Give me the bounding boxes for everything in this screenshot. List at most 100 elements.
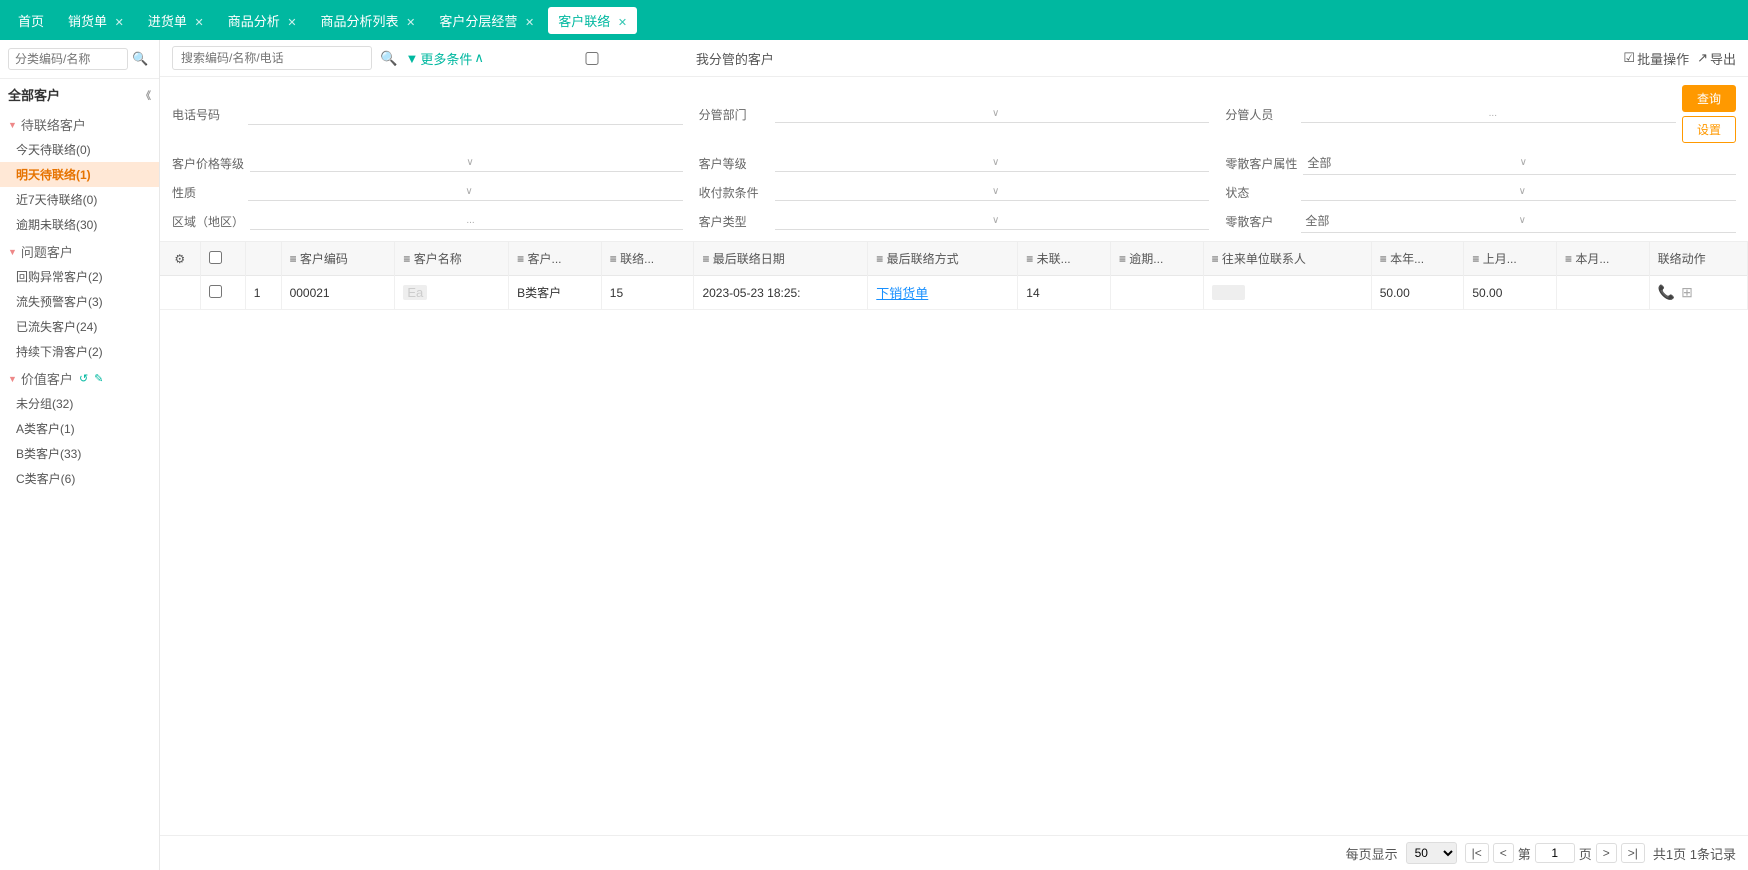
page-label: 第 [1518,844,1531,863]
filter-customer-level-select[interactable]: ∨ [775,154,1210,172]
last-page-button[interactable]: >| [1621,843,1645,863]
sidebar-search-input[interactable] [8,48,128,70]
nav-analysis-close[interactable]: ✕ [287,17,296,29]
retail-customer-arrow-icon: ∨ [1519,215,1732,226]
value-refresh-icon[interactable]: ↺ [79,372,88,385]
filter-dept-select[interactable]: ∨ [775,105,1210,123]
filter-manager-select[interactable]: ... [1301,105,1676,123]
col-no-contact[interactable]: ≡ 未联... [1018,242,1111,276]
nav-purchase[interactable]: 进货单 ✕ [138,7,214,34]
action-phone-icon[interactable]: 📞 [1658,284,1675,301]
nav-customer-segment[interactable]: 客户分层经营 ✕ [429,7,544,34]
first-page-button[interactable]: |< [1465,843,1489,863]
sidebar-overdue-pending[interactable]: 逾期未联络(30) [0,212,159,237]
price-level-arrow-icon: ∨ [466,157,678,168]
prev-page-button[interactable]: < [1493,843,1514,863]
sidebar-collapse-icon: 《 [141,87,151,102]
filter-retail-attr-select[interactable]: 全部 ∨ [1303,151,1736,175]
row-last-contact-method[interactable]: 下销货单 [868,276,1018,310]
col-last-month[interactable]: ≡ 上月... [1464,242,1557,276]
filter-retail-customer-select[interactable]: 全部 ∨ [1301,209,1736,233]
table-area: ⚙ ≡ 客户编码 ≡ 客户名称 ≡ 客户... ≡ 联络... ≡ 最后联络日期… [160,242,1748,835]
my-customers-checkbox[interactable] [492,52,692,65]
row-this-month [1557,276,1650,310]
value-edit-icon[interactable]: ✎ [94,372,103,385]
sidebar-all-customers[interactable]: 全部客户 《 [0,79,159,110]
col-last-contact-method[interactable]: ≡ 最后联络方式 [868,242,1018,276]
filter-status-select[interactable]: ∨ [1301,183,1736,201]
col-name[interactable]: ≡ 客户名称 [395,242,509,276]
col-type[interactable]: ≡ 客户... [509,242,602,276]
more-filter-button[interactable]: ▼ 更多条件 ∧ [405,49,483,68]
sidebar-churn-warning[interactable]: 流失预警客户(3) [0,289,159,314]
nav-customer-contact-close[interactable]: ✕ [618,17,627,29]
row-last-contact-date: 2023-05-23 18:25: [694,276,868,310]
nav-analysis-list[interactable]: 商品分析列表 ✕ [311,7,426,34]
filter-gender-select[interactable]: ∨ [248,183,683,201]
page-input[interactable] [1535,843,1575,863]
col-gear[interactable]: ⚙ [160,242,200,276]
sidebar-7days-pending[interactable]: 近7天待联络(0) [0,187,159,212]
col-this-year[interactable]: ≡ 本年... [1371,242,1464,276]
payment-arrow-icon: ∨ [992,186,1205,197]
sidebar-tomorrow-pending[interactable]: 明天待联络(1) [0,162,159,187]
action-grid-icon[interactable]: ⊞ [1681,284,1693,301]
sidebar-class-a[interactable]: A类客户(1) [0,416,159,441]
my-customers-checkbox-label[interactable]: 我分管的客户 [492,49,774,68]
row-gear [160,276,200,310]
nav-home[interactable]: 首页 [8,7,54,34]
col-unit-contact[interactable]: ≡ 往来单位联系人 [1203,242,1371,276]
nav-sales-close[interactable]: ✕ [115,17,124,29]
batch-op-button[interactable]: ☑ 批量操作 [1623,49,1689,68]
sidebar-class-c[interactable]: C类客户(6) [0,466,159,491]
per-page-select[interactable]: 50 100 200 [1406,842,1457,864]
filter-customer-type-select[interactable]: ∨ [775,212,1210,230]
filter-region-label: 区域（地区） [172,213,244,230]
toolbar-right: ☑ 批量操作 ↗ 导出 [1623,49,1736,68]
sidebar-churned[interactable]: 已流失客户(24) [0,314,159,339]
sidebar-today-pending[interactable]: 今天待联络(0) [0,137,159,162]
sidebar-abnormal-repurchase[interactable]: 回购异常客户(2) [0,264,159,289]
filter-region-select[interactable]: ... [250,212,683,230]
nav-purchase-close[interactable]: ✕ [194,17,203,29]
next-page-button[interactable]: > [1596,843,1617,863]
nav-analysis[interactable]: 商品分析 ✕ [218,7,307,34]
nav-sales[interactable]: 销货单 ✕ [58,7,134,34]
search-input[interactable] [172,46,372,70]
last-contact-link[interactable]: 下销货单 [876,286,928,301]
filter-actions: 查询 设置 [1682,85,1736,143]
filter-retail-customer-label: 零散客户 [1225,213,1295,230]
nav-customer-segment-close[interactable]: ✕ [525,17,534,29]
col-last-contact-date[interactable]: ≡ 最后联络日期 [694,242,868,276]
row-actions: 📞 ⊞ [1649,276,1747,310]
sidebar-ungrouped[interactable]: 未分组(32) [0,391,159,416]
query-button[interactable]: 查询 [1682,85,1736,112]
filter-phone-label: 电话号码 [172,106,242,123]
filter-price-level-row: 客户价格等级 ∨ [172,151,683,175]
set-button[interactable]: 设置 [1682,116,1736,143]
filter-customer-level-row: 客户等级 ∨ [699,151,1210,175]
col-code[interactable]: ≡ 客户编码 [281,242,395,276]
filter-payment-select[interactable]: ∨ [775,183,1210,201]
filter-manager-row: 分管人员 ... 查询 设置 [1225,85,1736,143]
nav-customer-contact[interactable]: 客户联络 ✕ [548,7,637,34]
action-icons: 📞 ⊞ [1658,284,1739,301]
row-checkbox[interactable] [200,276,245,310]
sidebar-declining[interactable]: 持续下滑客户(2) [0,339,159,364]
search-button[interactable]: 🔍 [380,50,397,67]
nav-analysis-list-close[interactable]: ✕ [406,17,415,29]
filter-payment-label: 收付款条件 [699,184,769,201]
col-contact[interactable]: ≡ 联络... [601,242,694,276]
select-all-checkbox[interactable] [209,251,222,264]
filter-price-level-select[interactable]: ∨ [250,154,683,172]
unit-contact-value [1212,285,1245,300]
row-select-checkbox[interactable] [209,285,222,298]
filter-phone-input[interactable] [248,104,683,125]
sidebar: 🔍 全部客户 《 ▼ 待联络客户 今天待联络(0) 明天待联络(1) 近7天待联… [0,40,160,870]
content-area: 🔍 ▼ 更多条件 ∧ 我分管的客户 ☑ 批量操作 ↗ 导出 [160,40,1748,870]
sidebar-search-icon[interactable]: 🔍 [132,51,148,67]
col-this-month[interactable]: ≡ 本月... [1557,242,1650,276]
sidebar-class-b[interactable]: B类客户(33) [0,441,159,466]
col-overdue[interactable]: ≡ 逾期... [1110,242,1203,276]
export-button[interactable]: ↗ 导出 [1697,49,1736,68]
